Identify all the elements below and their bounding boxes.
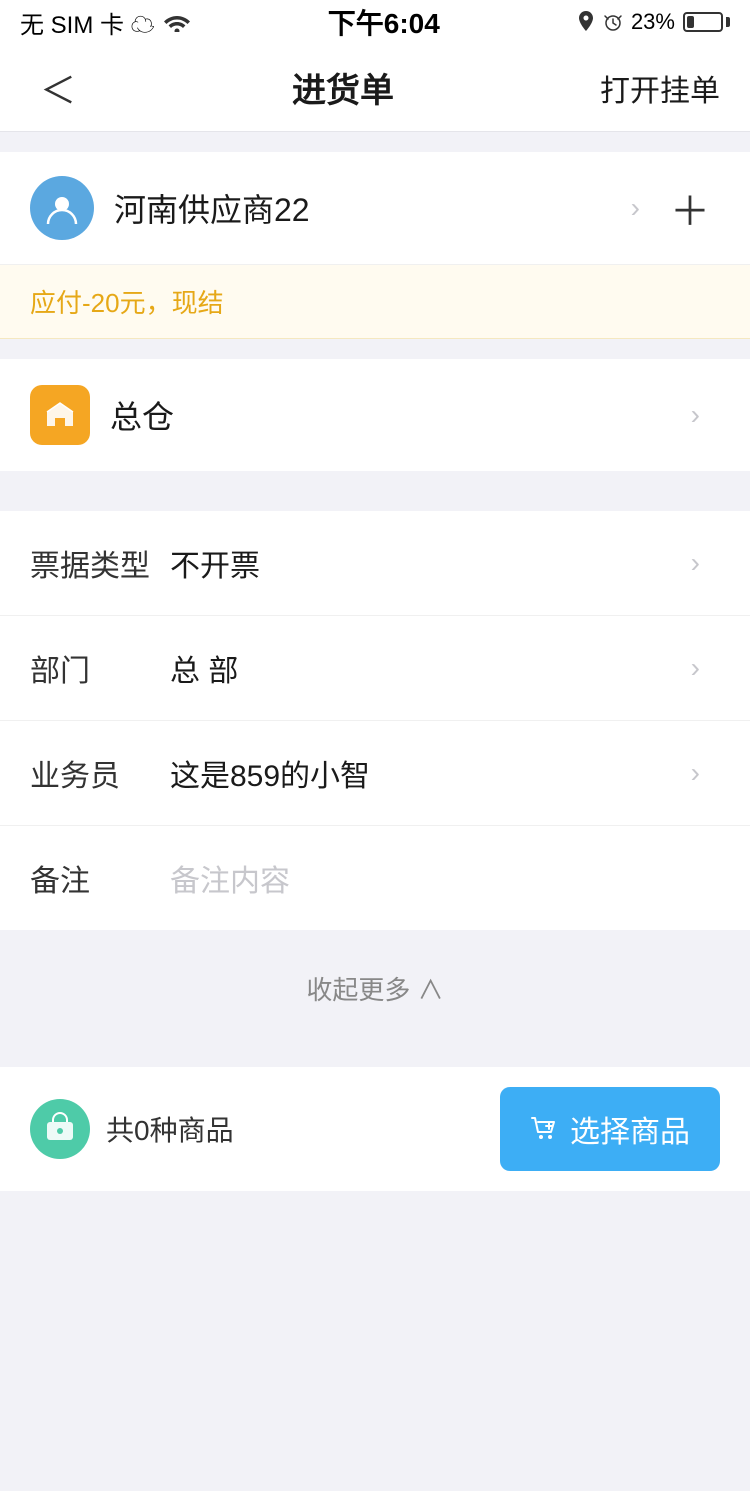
section-gap-1 — [0, 132, 750, 152]
battery-icon — [683, 12, 730, 32]
supplier-avatar — [30, 176, 94, 240]
salesperson-label: 业务员 — [30, 751, 170, 795]
add-button[interactable]: ＋ — [660, 179, 720, 237]
status-left: 无 SIM 卡 ☁ — [20, 5, 191, 40]
status-time: 下午6:04 — [328, 2, 440, 42]
salesperson-row[interactable]: 业务员 这是859的小智 › — [0, 721, 750, 826]
warehouse-chevron-icon: › — [691, 399, 700, 431]
page-title: 进货单 — [292, 63, 394, 112]
nav-bar: ＜ 进货单 打开挂单 — [0, 44, 750, 132]
supplier-row[interactable]: 河南供应商22 › ＋ — [0, 152, 750, 265]
department-chevron-icon: › — [691, 652, 700, 684]
section-gap-2 — [0, 339, 750, 359]
supplier-chevron-icon: › — [631, 192, 640, 224]
salesperson-chevron-icon: › — [691, 757, 700, 789]
cart-icon — [530, 1115, 558, 1143]
invoice-type-value: 不开票 — [170, 541, 691, 585]
wifi-icon — [163, 12, 191, 32]
warehouse-icon — [30, 385, 90, 445]
product-summary: 共0种商品 — [30, 1099, 480, 1159]
supplier-section: 河南供应商22 › ＋ 应付-20元，现结 — [0, 152, 750, 339]
invoice-type-label: 票据类型 — [30, 541, 170, 585]
battery-percent: 23% — [631, 9, 675, 35]
warehouse-name: 总仓 — [110, 392, 691, 438]
open-pending-button[interactable]: 打开挂单 — [600, 66, 720, 110]
collapse-label: 收起更多 ∧ — [306, 970, 443, 1007]
warehouse-row[interactable]: 总仓 › — [0, 359, 750, 471]
product-icon — [30, 1099, 90, 1159]
invoice-type-chevron-icon: › — [691, 547, 700, 579]
section-gap-3 — [0, 471, 750, 491]
location-icon — [577, 11, 595, 33]
form-section: 票据类型 不开票 › 部门 总 部 › 业务员 这是859的小智 › 备注 备注… — [0, 511, 750, 930]
salesperson-value: 这是859的小智 — [170, 751, 691, 795]
department-value: 总 部 — [170, 646, 691, 690]
content-area — [0, 1191, 750, 1491]
status-bar: 无 SIM 卡 ☁ 下午6:04 23% — [0, 0, 750, 44]
select-product-button[interactable]: 选择商品 — [500, 1087, 720, 1171]
bottom-bar: 共0种商品 选择商品 — [0, 1067, 750, 1191]
select-product-label: 选择商品 — [570, 1107, 690, 1151]
product-count: 共0种商品 — [106, 1109, 234, 1149]
alarm-icon — [603, 12, 623, 32]
department-label: 部门 — [30, 646, 170, 690]
invoice-type-row[interactable]: 票据类型 不开票 › — [0, 511, 750, 616]
remark-row[interactable]: 备注 备注内容 — [0, 826, 750, 930]
notice-text: 应付-20元，现结 — [30, 288, 224, 318]
remark-input[interactable]: 备注内容 — [170, 856, 720, 900]
warehouse-section: 总仓 › — [0, 359, 750, 471]
notice-bar: 应付-20元，现结 — [0, 265, 750, 339]
department-row[interactable]: 部门 总 部 › — [0, 616, 750, 721]
remark-label: 备注 — [30, 856, 170, 900]
back-button[interactable]: ＜ — [30, 52, 86, 124]
collapse-bar[interactable]: 收起更多 ∧ — [0, 950, 750, 1027]
sim-label: 无 SIM 卡 ☁ — [20, 5, 155, 40]
status-right: 23% — [577, 9, 730, 35]
section-gap-4 — [0, 1027, 750, 1047]
supplier-name: 河南供应商22 — [114, 185, 631, 231]
